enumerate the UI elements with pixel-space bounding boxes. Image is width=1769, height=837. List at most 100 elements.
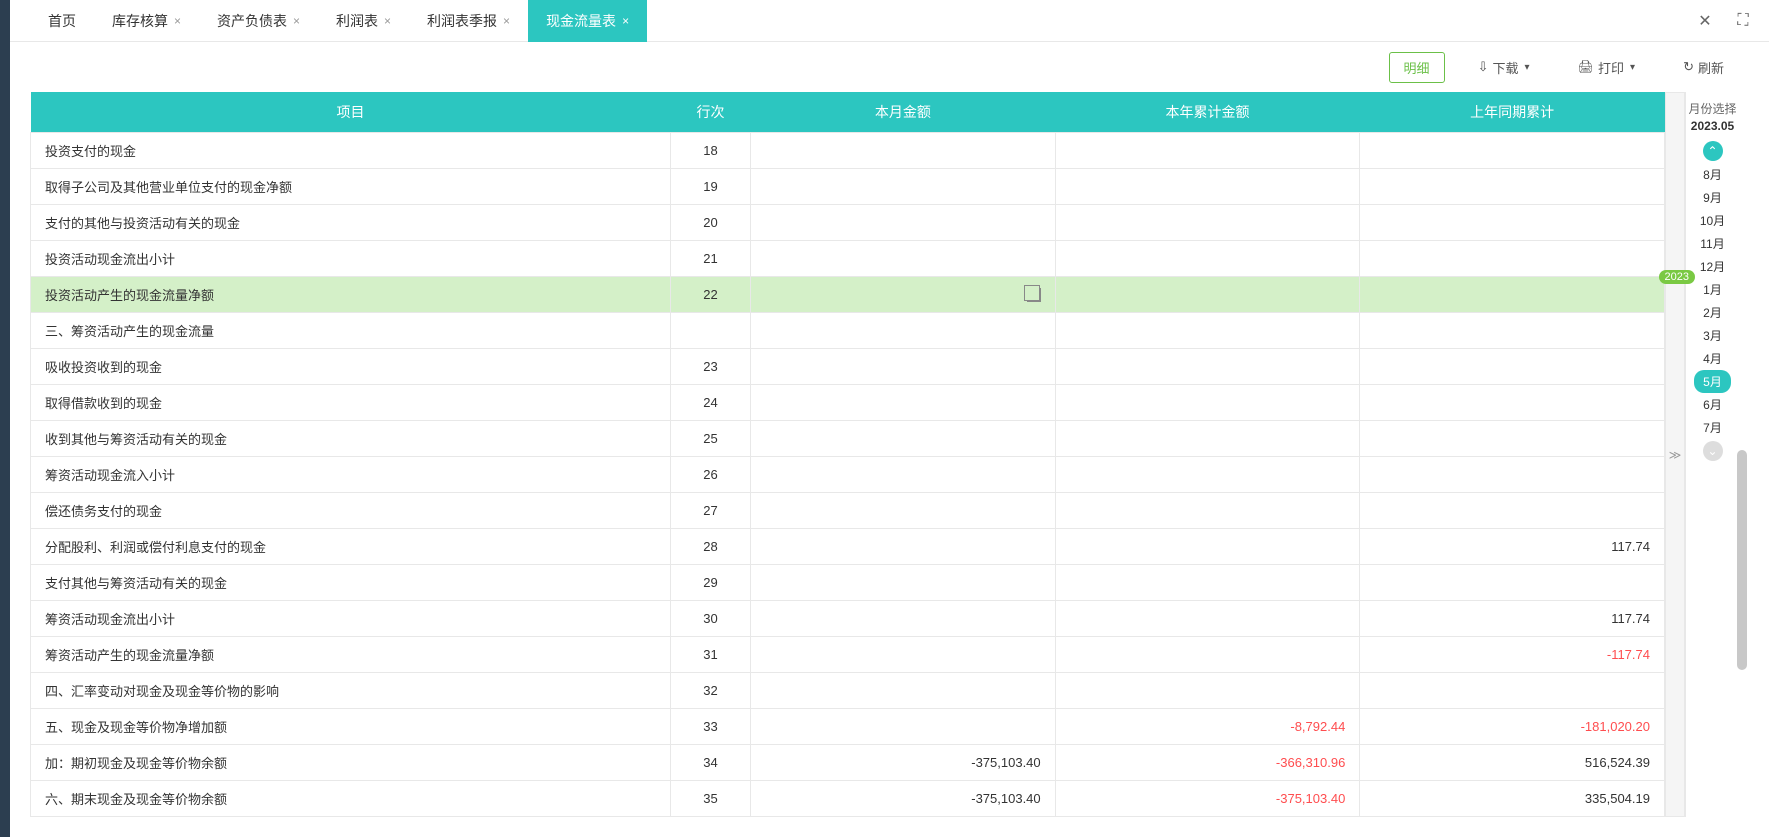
cell-month[interactable] xyxy=(751,349,1056,385)
table-row[interactable]: 筹资活动现金流入小计26 xyxy=(31,457,1665,493)
cell-month[interactable] xyxy=(751,385,1056,421)
table-row[interactable]: 收到其他与筹资活动有关的现金25 xyxy=(31,421,1665,457)
table-row[interactable]: 三、筹资活动产生的现金流量 xyxy=(31,313,1665,349)
cell-month[interactable] xyxy=(751,241,1056,277)
cell-ytd[interactable] xyxy=(1055,241,1360,277)
table-row[interactable]: 投资支付的现金18 xyxy=(31,133,1665,169)
cell-prior[interactable] xyxy=(1360,133,1665,169)
cell-prior[interactable]: 516,524.39 xyxy=(1360,745,1665,781)
table-row[interactable]: 五、现金及现金等价物净增加额33-8,792.44-181,020.20 xyxy=(31,709,1665,745)
table-row[interactable]: 分配股利、利润或偿付利息支付的现金28117.74 xyxy=(31,529,1665,565)
cell-prior[interactable] xyxy=(1360,241,1665,277)
cell-month[interactable] xyxy=(751,313,1056,349)
cell-ytd[interactable] xyxy=(1055,565,1360,601)
tab-2[interactable]: 资产负债表× xyxy=(199,0,318,42)
cell-ytd[interactable]: -375,103.40 xyxy=(1055,781,1360,817)
cell-month[interactable] xyxy=(751,133,1056,169)
month-option[interactable]: 8月 xyxy=(1686,163,1739,186)
cell-month[interactable] xyxy=(751,169,1056,205)
tab-4[interactable]: 利润表季报× xyxy=(409,0,528,42)
table-row[interactable]: 偿还债务支付的现金27 xyxy=(31,493,1665,529)
cell-prior[interactable] xyxy=(1360,421,1665,457)
table-row[interactable]: 投资活动产生的现金流量净额22 xyxy=(31,277,1665,313)
month-option[interactable]: 4月 xyxy=(1686,347,1739,370)
cell-ytd[interactable] xyxy=(1055,205,1360,241)
cell-month[interactable]: -375,103.40 xyxy=(751,781,1056,817)
table-row[interactable]: 加：期初现金及现金等价物余额34-375,103.40-366,310.9651… xyxy=(31,745,1665,781)
cell-ytd[interactable] xyxy=(1055,421,1360,457)
month-option[interactable]: 10月 xyxy=(1686,209,1739,232)
scrollbar-thumb[interactable] xyxy=(1737,450,1747,670)
month-option[interactable]: 7月 xyxy=(1686,416,1739,439)
cell-prior[interactable]: 117.74 xyxy=(1360,601,1665,637)
cell-prior[interactable] xyxy=(1360,457,1665,493)
tab-close-icon[interactable]: × xyxy=(622,14,629,28)
cell-ytd[interactable]: -366,310.96 xyxy=(1055,745,1360,781)
refresh-button[interactable]: ↻刷新 xyxy=(1668,52,1739,83)
cell-prior[interactable]: -181,020.20 xyxy=(1360,709,1665,745)
month-down-icon[interactable]: ⌄ xyxy=(1703,441,1723,461)
fullscreen-icon[interactable]: ⛶ xyxy=(1729,7,1757,35)
cell-ytd[interactable] xyxy=(1055,493,1360,529)
cell-prior[interactable] xyxy=(1360,169,1665,205)
cell-ytd[interactable] xyxy=(1055,673,1360,709)
cell-month[interactable] xyxy=(751,673,1056,709)
cell-prior[interactable] xyxy=(1360,349,1665,385)
cell-month[interactable] xyxy=(751,457,1056,493)
table-row[interactable]: 六、期末现金及现金等价物余额35-375,103.40-375,103.4033… xyxy=(31,781,1665,817)
cell-prior[interactable] xyxy=(1360,205,1665,241)
month-option[interactable]: 9月 xyxy=(1686,186,1739,209)
table-row[interactable]: 取得借款收到的现金24 xyxy=(31,385,1665,421)
cell-month[interactable] xyxy=(751,709,1056,745)
month-option[interactable]: 11月 xyxy=(1686,232,1739,255)
expand-handle[interactable]: ≫ xyxy=(1665,92,1685,817)
month-option[interactable]: 3月 xyxy=(1686,324,1739,347)
cell-ytd[interactable] xyxy=(1055,457,1360,493)
cell-month[interactable] xyxy=(751,637,1056,673)
month-option[interactable]: 2月 xyxy=(1686,301,1739,324)
cell-prior[interactable] xyxy=(1360,385,1665,421)
tab-close-icon[interactable]: × xyxy=(503,14,510,28)
cell-ytd[interactable] xyxy=(1055,133,1360,169)
tab-1[interactable]: 库存核算× xyxy=(94,0,199,42)
cell-month[interactable] xyxy=(751,277,1056,313)
table-row[interactable]: 筹资活动产生的现金流量净额31-117.74 xyxy=(31,637,1665,673)
cell-month[interactable] xyxy=(751,529,1056,565)
cell-ytd[interactable] xyxy=(1055,385,1360,421)
cell-prior[interactable] xyxy=(1360,277,1665,313)
table-row[interactable]: 支付的其他与投资活动有关的现金20 xyxy=(31,205,1665,241)
cell-prior[interactable] xyxy=(1360,565,1665,601)
tab-close-icon[interactable]: × xyxy=(293,14,300,28)
cell-ytd[interactable] xyxy=(1055,601,1360,637)
scrollbar[interactable] xyxy=(1735,120,1749,817)
cell-prior[interactable]: 335,504.19 xyxy=(1360,781,1665,817)
cell-month[interactable] xyxy=(751,601,1056,637)
month-up-icon[interactable]: ⌃ xyxy=(1703,141,1723,161)
table-row[interactable]: 筹资活动现金流出小计30117.74 xyxy=(31,601,1665,637)
month-option[interactable]: 5月 xyxy=(1694,370,1731,393)
cell-ytd[interactable]: -8,792.44 xyxy=(1055,709,1360,745)
cell-prior[interactable] xyxy=(1360,313,1665,349)
cell-prior[interactable] xyxy=(1360,673,1665,709)
table-row[interactable]: 投资活动现金流出小计21 xyxy=(31,241,1665,277)
cell-ytd[interactable] xyxy=(1055,313,1360,349)
month-option[interactable]: 1月 xyxy=(1686,278,1739,301)
cell-ytd[interactable] xyxy=(1055,637,1360,673)
tab-0[interactable]: 首页 xyxy=(30,0,94,42)
cell-ytd[interactable] xyxy=(1055,169,1360,205)
cell-month[interactable] xyxy=(751,493,1056,529)
cell-month[interactable] xyxy=(751,565,1056,601)
month-option[interactable]: 6月 xyxy=(1686,393,1739,416)
tab-3[interactable]: 利润表× xyxy=(318,0,409,42)
download-button[interactable]: ⇩下载▾ xyxy=(1463,52,1545,83)
copy-icon[interactable] xyxy=(1027,288,1041,302)
cell-prior[interactable]: 117.74 xyxy=(1360,529,1665,565)
tab-close-icon[interactable]: × xyxy=(174,14,181,28)
cell-month[interactable] xyxy=(751,421,1056,457)
cell-ytd[interactable] xyxy=(1055,349,1360,385)
cell-prior[interactable] xyxy=(1360,493,1665,529)
cell-month[interactable]: -375,103.40 xyxy=(751,745,1056,781)
print-button[interactable]: 🖨打印▾ xyxy=(1563,52,1651,83)
table-row[interactable]: 取得子公司及其他营业单位支付的现金净额19 xyxy=(31,169,1665,205)
tab-5[interactable]: 现金流量表× xyxy=(528,0,647,42)
